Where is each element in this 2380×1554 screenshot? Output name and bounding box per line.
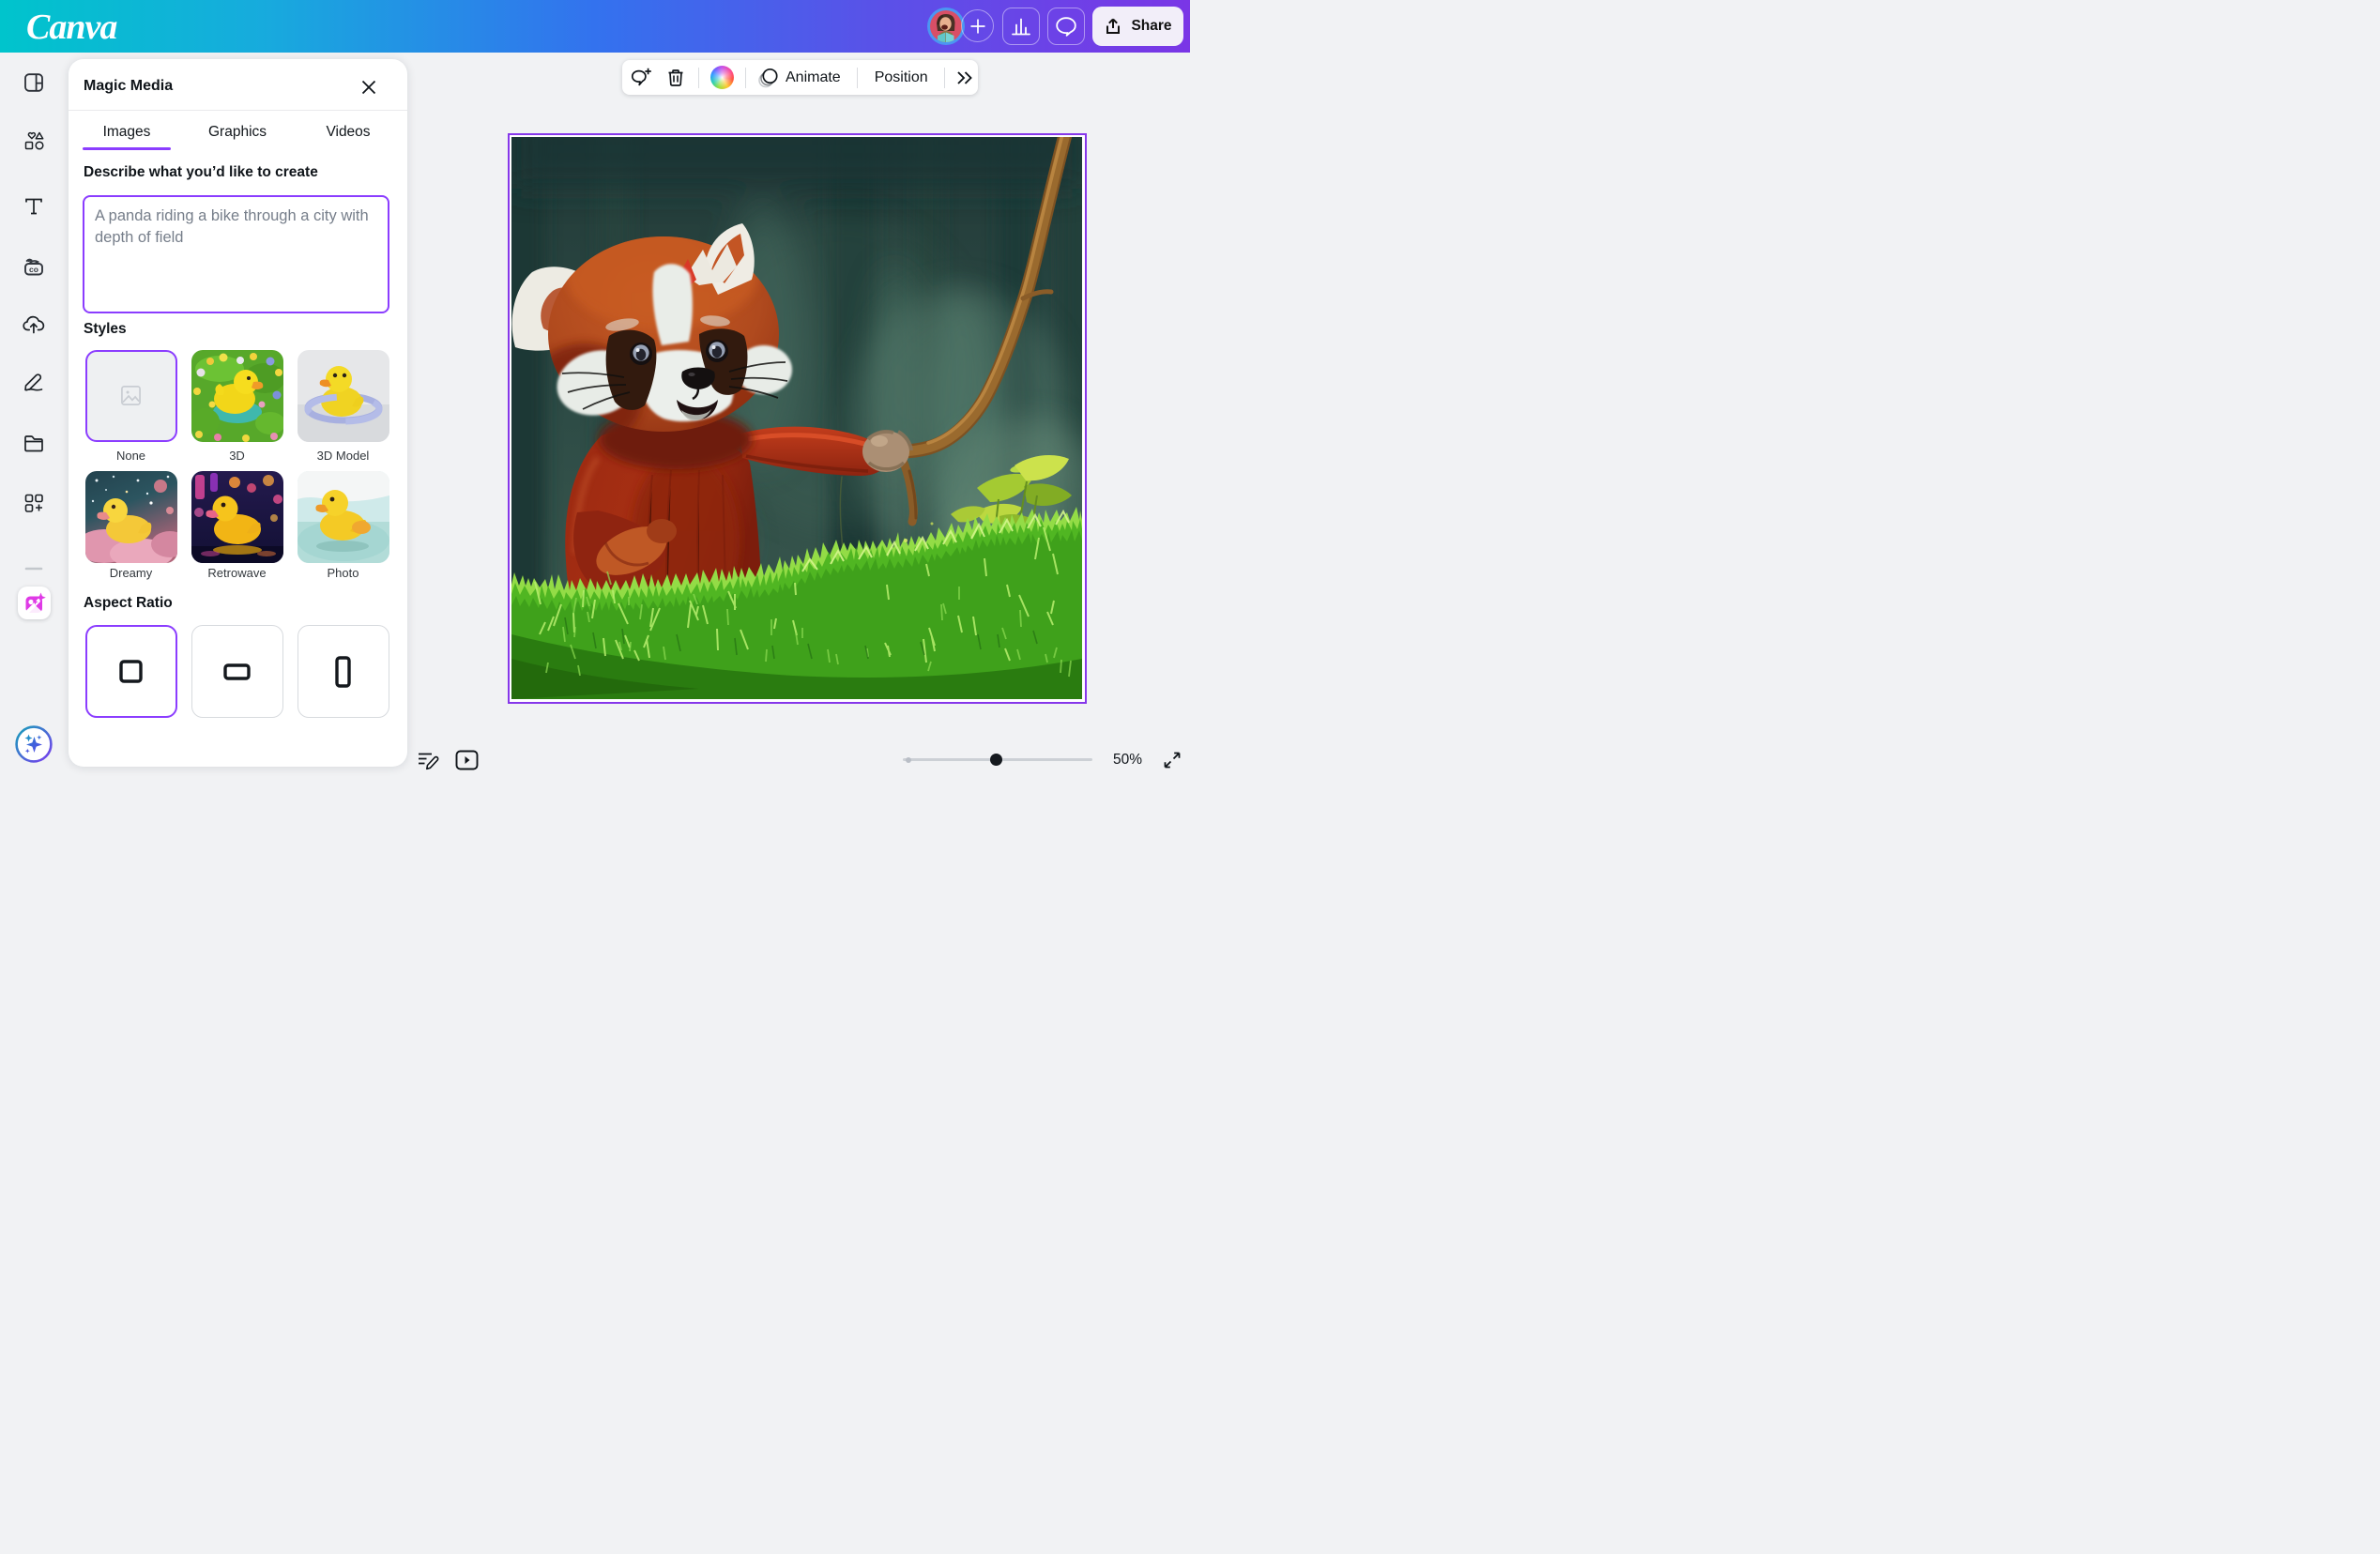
svg-text:co: co bbox=[29, 265, 38, 274]
